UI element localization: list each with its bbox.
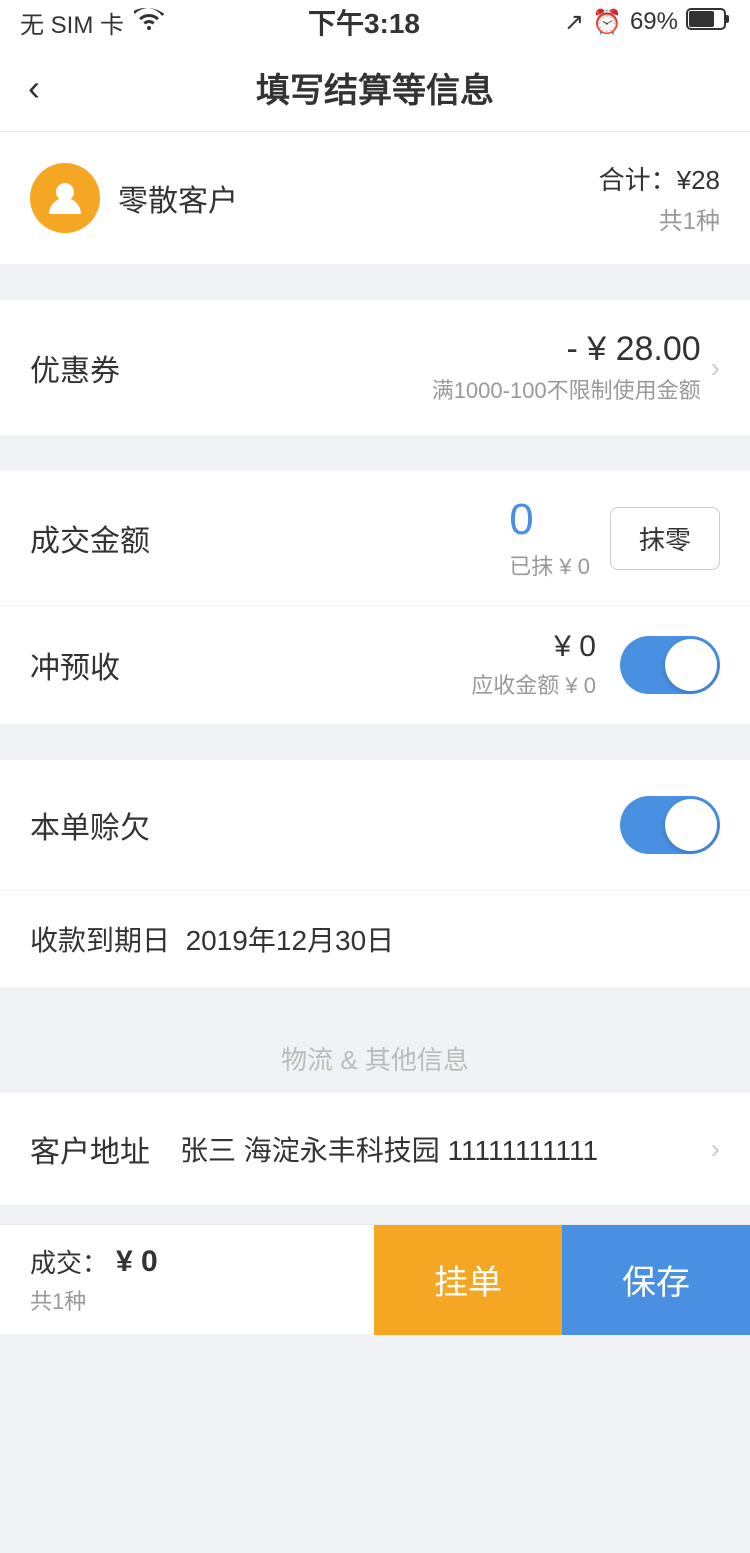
coupon-content: - ¥ 28.00 满1000-100不限制使用金额 — [432, 330, 701, 405]
status-time: 下午3:18 — [308, 2, 420, 42]
customer-right: 合计：¥28 共1种 — [599, 160, 720, 236]
deal-label: 成交： — [30, 1243, 108, 1280]
logistics-divider: 物流 & 其他信息 — [0, 1023, 750, 1093]
back-button[interactable]: ‹ — [28, 67, 40, 109]
coupon-amount: - ¥ 28.00 — [432, 330, 701, 369]
deal-amount: ¥ 0 — [116, 1245, 158, 1279]
divider-3 — [0, 742, 750, 760]
status-right: ↗ ⏰ 69% — [564, 8, 730, 37]
customer-name: 零散客户 — [118, 176, 238, 220]
coupon-row[interactable]: 优惠券 - ¥ 28.00 满1000-100不限制使用金额 › — [0, 300, 750, 435]
pre-receive-row: 冲预收 ¥ 0 应收金额 ¥ 0 — [0, 605, 750, 724]
battery-icon — [686, 8, 730, 37]
location-icon: ↗ — [564, 8, 584, 37]
pre-receive-values: ¥ 0 应收金额 ¥ 0 — [471, 630, 596, 700]
debt-row: 本单赊欠 — [0, 760, 750, 890]
coupon-chevron-icon: › — [711, 352, 720, 384]
coupon-desc: 满1000-100不限制使用金额 — [432, 373, 701, 405]
bottom-info: 成交： ¥ 0 共1种 — [0, 1243, 374, 1316]
bottom-deal: 成交： ¥ 0 — [30, 1243, 344, 1280]
status-left: 无 SIM 卡 — [20, 5, 164, 40]
status-bar: 无 SIM 卡 下午3:18 ↗ ⏰ 69% — [0, 0, 750, 44]
alarm-icon: ⏰ — [592, 8, 622, 37]
debt-toggle-knob — [665, 799, 717, 851]
coupon-right: - ¥ 28.00 满1000-100不限制使用金额 › — [432, 330, 720, 405]
toggle-knob — [665, 639, 717, 691]
wifi-icon — [134, 8, 164, 37]
debt-section: 本单赊欠 收款到期日 2019年12月30日 — [0, 760, 750, 987]
pre-receive-amount: ¥ 0 — [471, 630, 596, 664]
round-button[interactable]: 抹零 — [610, 507, 720, 570]
address-chevron-icon: › — [711, 1133, 720, 1165]
customer-row: 零散客户 合计：¥28 共1种 — [0, 132, 750, 264]
avatar — [30, 163, 100, 233]
transaction-section: 成交金额 0 已抹 ¥ 0 抹零 冲预收 ¥ 0 应收金额 ¥ 0 — [0, 471, 750, 724]
transaction-label: 成交金额 — [30, 516, 150, 560]
transaction-sub: 已抹 ¥ 0 — [509, 549, 590, 581]
pre-receive-toggle[interactable] — [620, 636, 720, 694]
address-row[interactable]: 客户地址 张三 海淀永丰科技园 11111111111 › — [0, 1093, 750, 1205]
coupon-label: 优惠券 — [30, 346, 120, 390]
customer-section: 零散客户 合计：¥28 共1种 — [0, 132, 750, 264]
pre-receivable-text: 应收金额 ¥ 0 — [471, 668, 596, 700]
due-date-row: 收款到期日 2019年12月30日 — [0, 890, 750, 987]
address-section[interactable]: 客户地址 张三 海淀永丰科技园 11111111111 › — [0, 1093, 750, 1205]
save-button[interactable]: 保存 — [562, 1225, 750, 1335]
bottom-count: 共1种 — [30, 1284, 344, 1316]
pre-receive-right: ¥ 0 应收金额 ¥ 0 — [471, 630, 720, 700]
nav-bar: ‹ 填写结算等信息 — [0, 44, 750, 132]
due-date-label: 收款到期日 2019年12月30日 — [30, 925, 394, 956]
transaction-value: 0 — [509, 495, 590, 545]
address-value: 张三 海淀永丰科技园 11111111111 — [180, 1129, 711, 1169]
coupon-section[interactable]: 优惠券 - ¥ 28.00 满1000-100不限制使用金额 › — [0, 300, 750, 435]
nav-title: 填写结算等信息 — [256, 63, 494, 112]
transaction-row: 成交金额 0 已抹 ¥ 0 抹零 — [0, 471, 750, 605]
address-label: 客户地址 — [30, 1127, 150, 1171]
customer-left: 零散客户 — [30, 163, 238, 233]
pre-receive-label: 冲预收 — [30, 643, 120, 687]
divider-4 — [0, 1005, 750, 1023]
battery-text: 69% — [630, 8, 678, 36]
total-count: 共1种 — [599, 201, 720, 236]
carrier-text: 无 SIM 卡 — [20, 5, 124, 40]
pending-button[interactable]: 挂单 — [374, 1225, 562, 1335]
total-label: 合计：¥28 — [599, 160, 720, 197]
debt-toggle[interactable] — [620, 796, 720, 854]
divider-1 — [0, 282, 750, 300]
bottom-spacer — [0, 1443, 750, 1553]
logistics-label: 物流 & 其他信息 — [281, 1040, 469, 1077]
debt-label: 本单赊欠 — [30, 803, 150, 847]
transaction-right: 0 已抹 ¥ 0 抹零 — [509, 495, 720, 581]
bottom-bar: 成交： ¥ 0 共1种 挂单 保存 — [0, 1224, 750, 1334]
divider-2 — [0, 453, 750, 471]
